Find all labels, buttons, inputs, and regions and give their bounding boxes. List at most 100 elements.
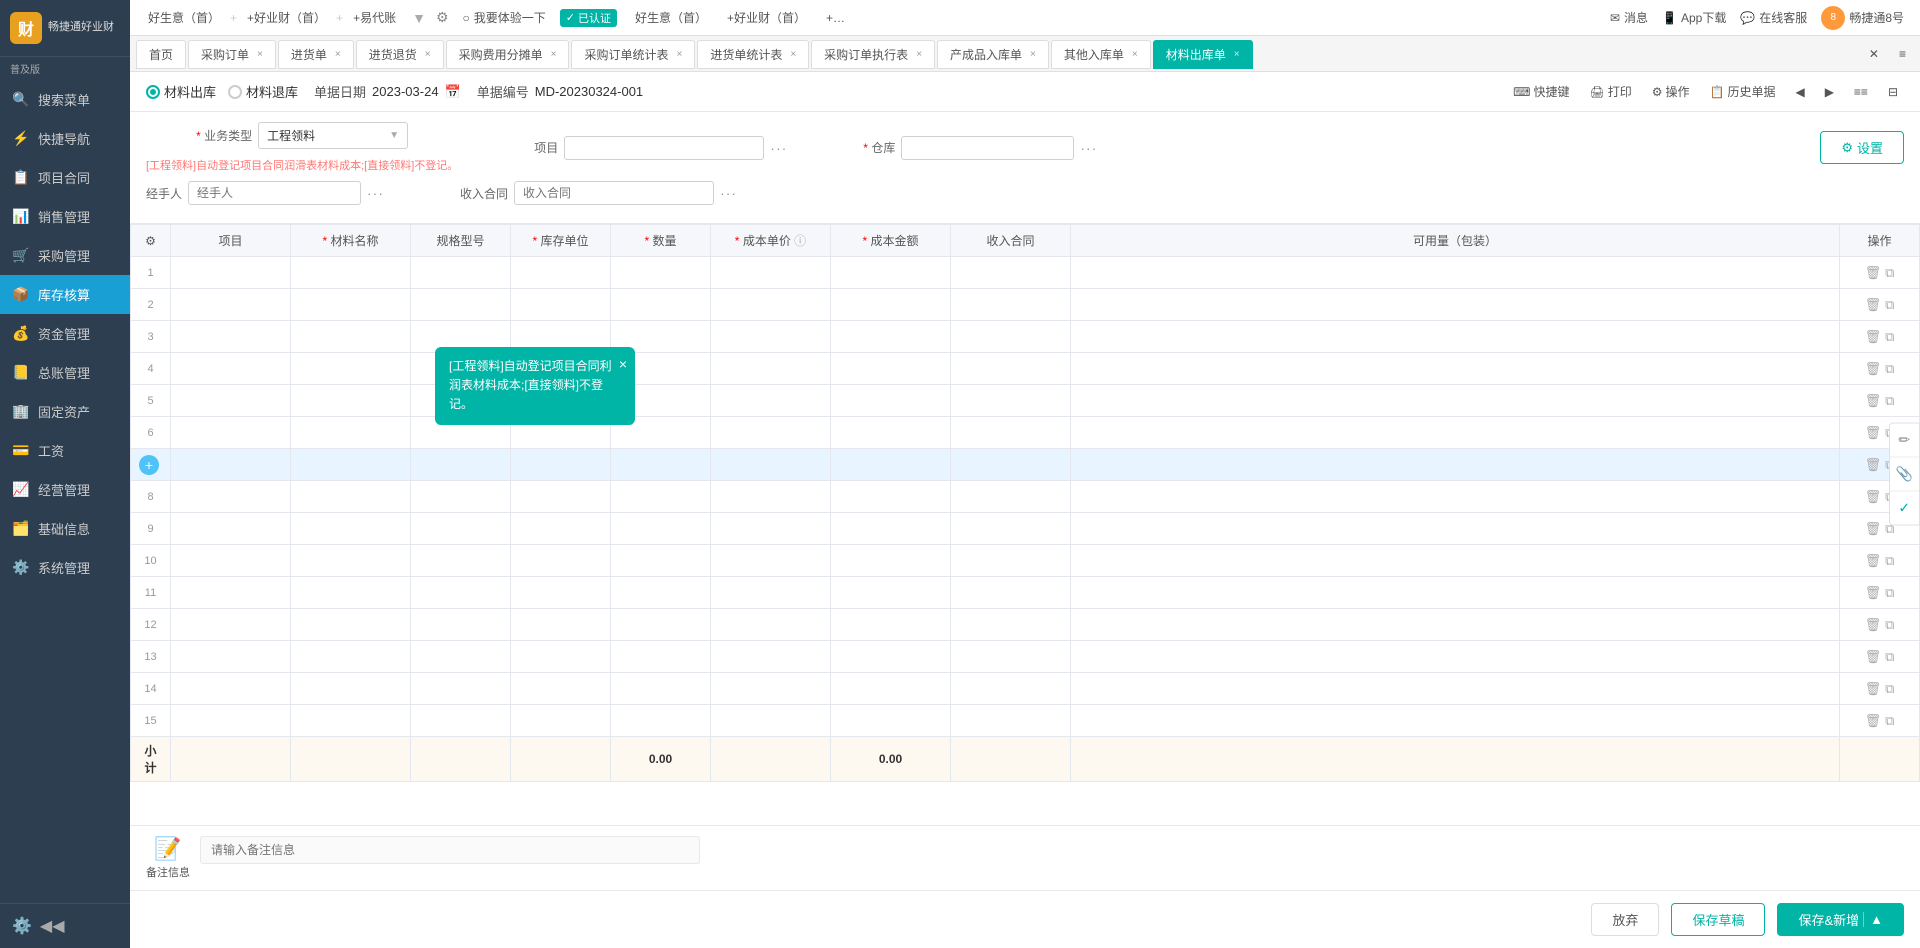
tab-product-instock[interactable]: 产成品入库单 × [937,40,1049,69]
copy-row-icon[interactable]: ⧉ [1885,585,1894,601]
tab-close-icon[interactable]: × [676,49,682,60]
sidebar-item-search[interactable]: 🔍 搜索菜单 [0,80,130,119]
row-material-cell[interactable] [291,385,411,417]
copy-row-icon[interactable]: ⧉ [1885,617,1894,633]
row-cost-amount-cell[interactable] [831,481,951,513]
save-dropdown-icon[interactable]: ▲ [1863,912,1883,927]
row-spec-cell[interactable] [411,673,511,705]
row-material-cell[interactable] [291,545,411,577]
copy-row-icon[interactable]: ⧉ [1885,361,1894,377]
row-income-contract-cell[interactable] [951,449,1071,481]
right-panel-clip-icon[interactable]: 📎 [1890,458,1919,492]
row-cost-amount-cell[interactable] [831,385,951,417]
row-cost-amount-cell[interactable] [831,449,951,481]
delete-row-icon[interactable]: 🗑 [1865,681,1882,697]
discard-button[interactable]: 放弃 [1591,903,1659,936]
tab-close-icon[interactable]: × [335,49,341,60]
row-project-cell[interactable] [171,257,291,289]
income-contract-input[interactable] [514,181,714,205]
sidebar-item-payroll[interactable]: 💳 工资 [0,431,130,470]
tab-other-instock[interactable]: 其他入库单 × [1051,40,1151,69]
right-panel-check-icon[interactable]: ✓ [1890,492,1919,525]
row-income-contract-cell[interactable] [951,481,1071,513]
row-quantity-cell[interactable] [611,705,711,737]
row-material-cell[interactable] [291,289,411,321]
right-panel-edit-icon[interactable]: ✏ [1890,424,1919,458]
row-available-cell[interactable] [1071,449,1840,481]
row-spec-cell[interactable] [411,513,511,545]
row-income-contract-cell[interactable] [951,321,1071,353]
row-income-contract-cell[interactable] [951,417,1071,449]
row-cost-amount-cell[interactable] [831,673,951,705]
row-income-contract-cell[interactable] [951,577,1071,609]
row-project-cell[interactable] [171,481,291,513]
row-cost-amount-cell[interactable] [831,289,951,321]
row-available-cell[interactable] [1071,609,1840,641]
row-cost-amount-cell[interactable] [831,257,951,289]
delete-row-icon[interactable]: 🗑 [1865,265,1882,281]
row-available-cell[interactable] [1071,353,1840,385]
row-warehouse-unit-cell[interactable] [511,545,611,577]
form-settings-btn[interactable]: ⚙ 设置 [1820,131,1904,164]
row-income-contract-cell[interactable] [951,289,1071,321]
row-spec-cell[interactable] [411,545,511,577]
row-quantity-cell[interactable] [611,641,711,673]
delete-row-icon[interactable]: 🗑 [1865,713,1882,729]
delete-row-icon[interactable]: 🗑 [1865,585,1882,601]
nav-more-item2[interactable]: +好业财（首） [717,5,816,30]
row-cost-cell[interactable] [711,513,831,545]
row-quantity-cell[interactable] [611,289,711,321]
row-available-cell[interactable] [1071,289,1840,321]
sidebar-item-ledger[interactable]: 📒 总账管理 [0,353,130,392]
row-material-cell[interactable] [291,673,411,705]
row-cost-amount-cell[interactable] [831,321,951,353]
row-cost-cell[interactable] [711,289,831,321]
nav-more-item1[interactable]: 好生意（首） [625,5,717,30]
tab-close-icon[interactable]: × [916,49,922,60]
row-available-cell[interactable] [1071,385,1840,417]
row-income-contract-cell[interactable] [951,385,1071,417]
row-project-cell[interactable] [171,385,291,417]
row-quantity-cell[interactable] [611,673,711,705]
settings-nav-icon[interactable]: ⚙ [436,9,449,26]
delete-row-icon[interactable]: 🗑 [1865,329,1882,345]
row-project-cell[interactable] [171,545,291,577]
row-available-cell[interactable] [1071,577,1840,609]
row-cost-amount-cell[interactable] [831,353,951,385]
history-btn[interactable]: 📋 历史单据 [1703,80,1781,103]
tooltip-close-btn[interactable]: × [619,353,627,375]
save-draft-button[interactable]: 保存草稿 [1671,903,1765,936]
sidebar-item-system[interactable]: ⚙️ 系统管理 [0,548,130,587]
tab-close-icon[interactable]: × [551,49,557,60]
row-material-cell[interactable] [291,641,411,673]
nav-more-item3[interactable]: +… [816,7,855,29]
next-doc-btn[interactable]: ▶ [1819,82,1840,102]
copy-row-icon[interactable]: ⧉ [1885,265,1894,281]
row-project-cell[interactable] [171,513,291,545]
copy-row-icon[interactable]: ⧉ [1885,553,1894,569]
shortcut-btn[interactable]: ⌨ 快捷键 [1507,80,1575,103]
row-spec-cell[interactable] [411,641,511,673]
row-cost-cell[interactable] [711,449,831,481]
row-available-cell[interactable] [1071,417,1840,449]
copy-row-icon[interactable]: ⧉ [1885,329,1894,345]
row-income-contract-cell[interactable] [951,673,1071,705]
settings-bottom-icon[interactable]: ⚙️ [12,916,32,936]
tab-close-icon[interactable]: × [257,49,263,60]
radio-material-return[interactable]: 材料退库 [228,82,298,101]
row-project-cell[interactable] [171,321,291,353]
row-income-contract-cell[interactable] [951,353,1071,385]
project-cell-input[interactable] [179,458,282,472]
copy-row-icon[interactable]: ⧉ [1885,393,1894,409]
row-warehouse-unit-cell[interactable] [511,673,611,705]
print-btn[interactable]: 🖨 打印 [1583,80,1637,103]
tab-purchase-order[interactable]: 采购订单 × [188,40,276,69]
collapse-icon[interactable]: ◀◀ [40,916,65,936]
row-quantity-cell[interactable] [611,545,711,577]
notes-input[interactable] [200,836,700,864]
close-window-btn[interactable]: ✕ [1861,44,1887,64]
row-warehouse-unit-cell[interactable] [511,513,611,545]
delete-row-icon[interactable]: 🗑 [1865,649,1882,665]
delete-row-icon[interactable]: 🗑 [1865,489,1882,505]
row-cost-cell[interactable] [711,385,831,417]
